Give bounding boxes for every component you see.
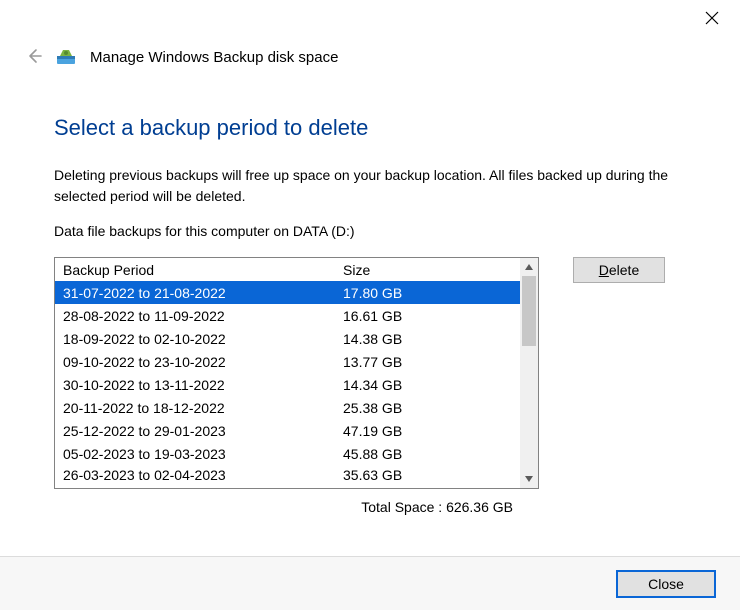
table-row[interactable]: 31-07-2022 to 21-08-202217.80 GB <box>55 281 520 304</box>
column-header-period[interactable]: Backup Period <box>63 262 343 278</box>
table-row[interactable]: 18-09-2022 to 02-10-202214.38 GB <box>55 327 520 350</box>
cell-period: 25-12-2022 to 29-01-2023 <box>63 423 343 439</box>
total-space: Total Space : 626.36 GB <box>54 499 539 515</box>
cell-size: 45.88 GB <box>343 446 520 462</box>
table-row[interactable]: 30-10-2022 to 13-11-202214.34 GB <box>55 373 520 396</box>
total-label: Total Space : <box>361 499 442 515</box>
table-row[interactable]: 05-02-2023 to 19-03-202345.88 GB <box>55 442 520 465</box>
column-header-size[interactable]: Size <box>343 262 520 278</box>
cell-period: 20-11-2022 to 18-12-2022 <box>63 400 343 416</box>
cell-size: 47.19 GB <box>343 423 520 439</box>
backup-app-icon <box>56 46 76 69</box>
table-row[interactable]: 20-11-2022 to 18-12-202225.38 GB <box>55 396 520 419</box>
description-text: Deleting previous backups will free up s… <box>54 165 686 207</box>
close-button[interactable]: Close <box>616 570 716 598</box>
back-arrow-icon[interactable] <box>26 48 42 67</box>
scroll-track[interactable] <box>520 276 538 470</box>
backup-period-listbox[interactable]: Backup Period Size 31-07-2022 to 21-08-2… <box>54 257 539 489</box>
table-row[interactable]: 26-03-2023 to 02-04-202335.63 GB <box>55 465 520 485</box>
cell-size: 14.34 GB <box>343 377 520 393</box>
cell-size: 25.38 GB <box>343 400 520 416</box>
cell-period: 09-10-2022 to 23-10-2022 <box>63 354 343 370</box>
backup-location-text: Data file backups for this computer on D… <box>54 223 686 239</box>
cell-size: 14.38 GB <box>343 331 520 347</box>
close-icon[interactable] <box>704 10 720 26</box>
scroll-down-icon[interactable] <box>520 470 538 488</box>
table-row[interactable]: 25-12-2022 to 29-01-202347.19 GB <box>55 419 520 442</box>
content: Select a backup period to delete Deletin… <box>0 75 740 515</box>
total-value: 626.36 GB <box>446 499 513 515</box>
cell-period: 26-03-2023 to 02-04-2023 <box>63 467 343 483</box>
titlebar <box>684 0 740 36</box>
cell-period: 05-02-2023 to 19-03-2023 <box>63 446 343 462</box>
cell-size: 35.63 GB <box>343 467 520 483</box>
cell-size: 13.77 GB <box>343 354 520 370</box>
header: Manage Windows Backup disk space <box>0 0 740 75</box>
cell-period: 30-10-2022 to 13-11-2022 <box>63 377 343 393</box>
footer: Close <box>0 556 740 610</box>
table-row[interactable]: 28-08-2022 to 11-09-202216.61 GB <box>55 304 520 327</box>
delete-button[interactable]: Delete <box>573 257 665 283</box>
window-title: Manage Windows Backup disk space <box>90 49 338 66</box>
table-row[interactable]: 09-10-2022 to 23-10-202213.77 GB <box>55 350 520 373</box>
cell-period: 18-09-2022 to 02-10-2022 <box>63 331 343 347</box>
scroll-thumb[interactable] <box>522 276 536 346</box>
scrollbar[interactable] <box>520 258 538 488</box>
cell-size: 16.61 GB <box>343 308 520 324</box>
cell-period: 31-07-2022 to 21-08-2022 <box>63 285 343 301</box>
cell-size: 17.80 GB <box>343 285 520 301</box>
scroll-up-icon[interactable] <box>520 258 538 276</box>
cell-period: 28-08-2022 to 11-09-2022 <box>63 308 343 324</box>
page-heading: Select a backup period to delete <box>54 115 686 141</box>
list-header-row: Backup Period Size <box>55 258 520 281</box>
